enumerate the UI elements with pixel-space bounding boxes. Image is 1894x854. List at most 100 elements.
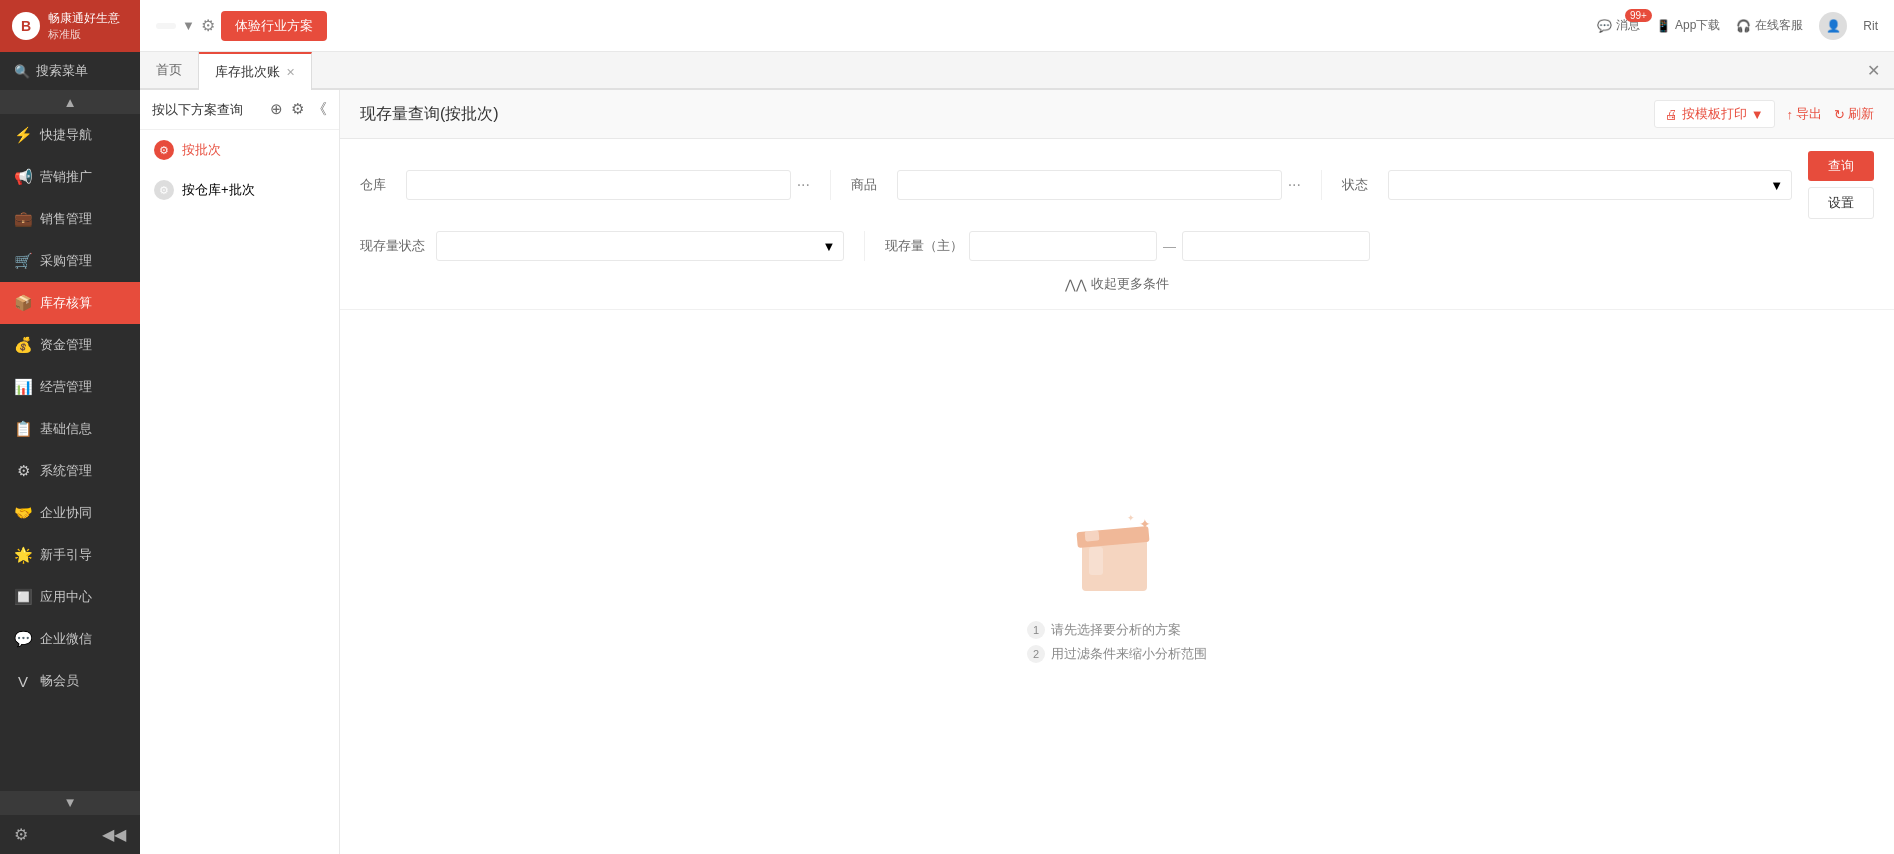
- box-svg: ✦ ✦: [1067, 501, 1167, 601]
- messages-button[interactable]: 💬 消息 99+: [1597, 17, 1640, 34]
- sidebar-item-enterprise[interactable]: 🤝 企业协同: [0, 492, 140, 534]
- query-button[interactable]: 查询: [1808, 151, 1874, 181]
- app-download-button[interactable]: 📱 App下载: [1656, 17, 1720, 34]
- page-header: 现存量查询(按批次) 🖨 按模板打印 ▼ ↑ 导出 ↻ 刷新: [340, 90, 1894, 139]
- batch-scheme-icon: ⚙: [154, 140, 174, 160]
- left-panel: 按以下方案查询 ⊕ ⚙ 《 ⚙ 按批次 ⚙ 按仓库+批次: [140, 90, 340, 854]
- settings-icon[interactable]: ⚙: [14, 825, 28, 844]
- topbar-settings-icon[interactable]: ⚙: [201, 16, 215, 35]
- main-area: ▼ ⚙ 体验行业方案 💬 消息 99+ 📱 App下载 🎧 在线客服 👤 Rit: [140, 0, 1894, 854]
- status-dropdown-icon: ▼: [1770, 178, 1783, 193]
- sidebar-scroll-up-button[interactable]: ▲: [0, 91, 140, 114]
- marketing-icon: 📢: [14, 168, 32, 186]
- collapse-sidebar-icon[interactable]: ◀◀: [102, 825, 126, 844]
- print-button[interactable]: 🖨 按模板打印 ▼: [1654, 100, 1775, 128]
- tab-panel-close-button[interactable]: ✕: [1853, 51, 1894, 89]
- sidebar-item-purchase[interactable]: 🛒 采购管理: [0, 240, 140, 282]
- sidebar-item-quick-nav[interactable]: ⚡ 快捷导航: [0, 114, 140, 156]
- product-label: 商品: [851, 176, 891, 194]
- sidebar-item-newbie[interactable]: 🌟 新手引导: [0, 534, 140, 576]
- warehouse-more-button[interactable]: ···: [797, 176, 810, 194]
- inventory-qty-min-input[interactable]: [969, 231, 1157, 261]
- add-scheme-button[interactable]: ⊕: [270, 100, 283, 119]
- content-area: 按以下方案查询 ⊕ ⚙ 《 ⚙ 按批次 ⚙ 按仓库+批次 现存量查询(按批次): [140, 90, 1894, 854]
- sidebar-item-inventory[interactable]: 📦 库存核算: [0, 282, 140, 324]
- empty-tip-1: 1 请先选择要分析的方案: [1027, 621, 1207, 639]
- sidebar-item-finance[interactable]: 💰 资金管理: [0, 324, 140, 366]
- user-avatar[interactable]: 👤: [1819, 12, 1847, 40]
- left-panel-actions: ⊕ ⚙ 《: [270, 100, 327, 119]
- online-service-button[interactable]: 🎧 在线客服: [1736, 17, 1803, 34]
- status-select[interactable]: ▼: [1388, 170, 1792, 200]
- avatar-icon: 👤: [1826, 19, 1841, 33]
- inventory-qty-label: 现存量（主）: [885, 237, 963, 255]
- sidebar-item-basics[interactable]: 📋 基础信息: [0, 408, 140, 450]
- inventory-qty-dash: —: [1163, 239, 1176, 254]
- empty-tips: 1 请先选择要分析的方案 2 用过滤条件来缩小分析范围: [1027, 621, 1207, 663]
- sidebar-item-marketing[interactable]: 📢 营销推广: [0, 156, 140, 198]
- sidebar-footer: ⚙ ◀◀: [0, 814, 140, 854]
- scheme-settings-button[interactable]: ⚙: [291, 100, 304, 119]
- enterprise-icon: 🤝: [14, 504, 32, 522]
- refresh-icon: ↻: [1834, 107, 1845, 122]
- tab-inventory-batch[interactable]: 库存批次账 ✕: [199, 52, 312, 90]
- breadcrumb: [156, 23, 176, 29]
- sidebar-scroll-down-button[interactable]: ▼: [0, 791, 140, 814]
- sidebar-item-operations[interactable]: 📊 经营管理: [0, 366, 140, 408]
- sidebar-nav: ⚡ 快捷导航 📢 营销推广 💼 销售管理 🛒 采购管理 📦 库存核算 💰 资金管…: [0, 114, 140, 791]
- inventory-status-label: 现存量状态: [360, 237, 430, 255]
- search-icon: 🔍: [14, 64, 30, 79]
- scheme-item-by-batch[interactable]: ⚙ 按批次: [140, 130, 339, 170]
- collapse-more-button[interactable]: ⋀⋀ 收起更多条件: [1065, 271, 1169, 297]
- purchase-icon: 🛒: [14, 252, 32, 270]
- empty-illustration: ✦ ✦: [1067, 501, 1167, 601]
- svg-rect-3: [1089, 547, 1103, 575]
- filter-section: 仓库 ··· 商品 ··· 状态 ▼: [340, 139, 1894, 310]
- username-label[interactable]: Rit: [1863, 19, 1878, 33]
- inventory-status-select[interactable]: ▼: [436, 231, 844, 261]
- topbar: ▼ ⚙ 体验行业方案 💬 消息 99+ 📱 App下载 🎧 在线客服 👤 Rit: [140, 0, 1894, 52]
- newbie-icon: 🌟: [14, 546, 32, 564]
- inventory-icon: 📦: [14, 294, 32, 312]
- warehouse-input[interactable]: [406, 170, 791, 200]
- trial-button[interactable]: 体验行业方案: [221, 11, 327, 41]
- search-menu-button[interactable]: 🔍 搜索菜单: [0, 52, 140, 91]
- breadcrumb-dropdown-icon[interactable]: ▼: [182, 18, 195, 33]
- sidebar-item-wechat[interactable]: 💬 企业微信: [0, 618, 140, 660]
- inventory-status-dropdown-icon: ▼: [822, 239, 835, 254]
- print-dropdown-icon: ▼: [1751, 107, 1764, 122]
- sidebar-item-apps[interactable]: 🔲 应用中心: [0, 576, 140, 618]
- sidebar-item-system[interactable]: ⚙ 系统管理: [0, 450, 140, 492]
- settings-button[interactable]: 设置: [1808, 187, 1874, 219]
- product-input[interactable]: [897, 170, 1282, 200]
- scheme-item-by-warehouse-batch[interactable]: ⚙ 按仓库+批次: [140, 170, 339, 210]
- left-panel-header: 按以下方案查询 ⊕ ⚙ 《: [140, 90, 339, 130]
- sidebar-item-sales[interactable]: 💼 销售管理: [0, 198, 140, 240]
- product-more-button[interactable]: ···: [1288, 176, 1301, 194]
- messages-icon: 💬: [1597, 19, 1612, 33]
- operations-icon: 📊: [14, 378, 32, 396]
- inventory-qty-max-input[interactable]: [1182, 231, 1370, 261]
- right-content: 现存量查询(按批次) 🖨 按模板打印 ▼ ↑ 导出 ↻ 刷新: [340, 90, 1894, 854]
- collapse-panel-button[interactable]: 《: [312, 100, 327, 119]
- tabbar: 首页 库存批次账 ✕ ✕: [140, 52, 1894, 90]
- tab-close-icon[interactable]: ✕: [286, 66, 295, 79]
- warehouse-batch-scheme-icon: ⚙: [154, 180, 174, 200]
- topbar-left: ▼ ⚙ 体验行业方案: [156, 11, 1587, 41]
- app-title: 畅康通好生意 标准版: [48, 11, 120, 41]
- status-label: 状态: [1342, 176, 1382, 194]
- tab-home[interactable]: 首页: [140, 51, 199, 89]
- headset-icon: 🎧: [1736, 19, 1751, 33]
- apps-icon: 🔲: [14, 588, 32, 606]
- app-logo: B: [12, 12, 40, 40]
- export-icon: ↑: [1787, 107, 1794, 122]
- finance-icon: 💰: [14, 336, 32, 354]
- wechat-icon: 💬: [14, 630, 32, 648]
- refresh-button[interactable]: ↻ 刷新: [1834, 105, 1874, 123]
- member-icon: V: [14, 672, 32, 690]
- sidebar-item-member[interactable]: V 畅会员: [0, 660, 140, 702]
- svg-rect-2: [1085, 530, 1100, 541]
- basics-icon: 📋: [14, 420, 32, 438]
- warehouse-label: 仓库: [360, 176, 400, 194]
- export-button[interactable]: ↑ 导出: [1787, 105, 1823, 123]
